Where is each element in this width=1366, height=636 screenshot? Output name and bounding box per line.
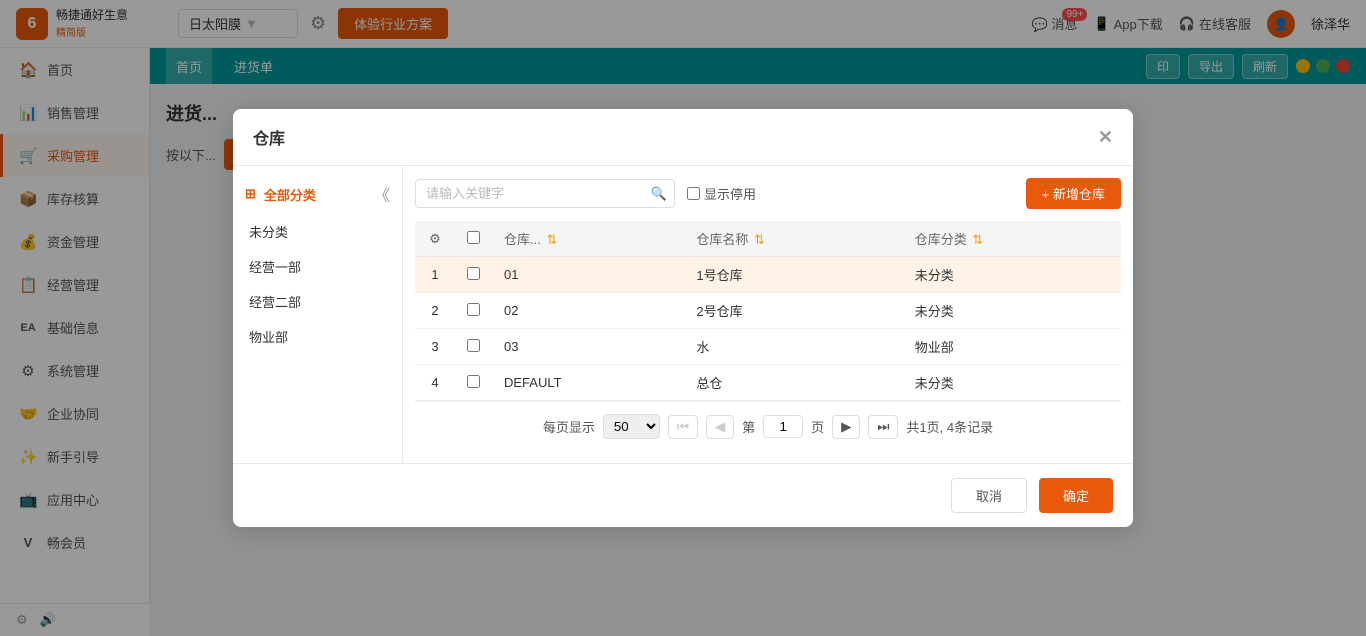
category-header: ⊞ 全部分类 《 (233, 174, 402, 214)
dialog-close-button[interactable]: ✕ (1098, 127, 1113, 148)
select-all-checkbox[interactable] (467, 231, 480, 244)
pagination: 每页显示 50 100 ⏮ ◀ 第 页 ▶ ⏭ 共1页, 4条记录 (415, 401, 1121, 451)
confirm-button[interactable]: 确定 (1039, 478, 1113, 513)
row-checkbox[interactable] (455, 257, 492, 293)
show-disabled-checkbox[interactable] (687, 187, 700, 200)
table-scroll-area: ⚙ 仓库... ⇅ 仓库名称 ⇅ (415, 221, 1121, 401)
grid-icon: ⊞ (245, 186, 256, 202)
first-page-button[interactable]: ⏮ (668, 415, 698, 439)
search-bar: 🔍 显示停用 + 新增仓库 (415, 178, 1121, 209)
sort-icon-category: ⇅ (972, 232, 983, 247)
category-item-property[interactable]: 物业部 (233, 319, 402, 354)
table-panel: 🔍 显示停用 + 新增仓库 ⚙ (403, 166, 1133, 463)
search-input-wrap: 🔍 (415, 179, 675, 208)
row-num: 3 (415, 329, 455, 365)
row-select-checkbox[interactable] (467, 375, 480, 388)
search-icon: 🔍 (651, 186, 667, 202)
show-disabled-label[interactable]: 显示停用 (687, 184, 756, 203)
table-row[interactable]: 1 01 1号仓库 未分类 (415, 257, 1121, 293)
row-category: 未分类 (903, 293, 1121, 329)
col-name[interactable]: 仓库名称 ⇅ (684, 221, 902, 257)
row-name: 1号仓库 (684, 257, 902, 293)
col-checkbox (455, 221, 492, 257)
row-code: DEFAULT (492, 365, 684, 401)
last-page-button[interactable]: ⏭ (868, 415, 898, 439)
warehouse-dialog: 仓库 ✕ ⊞ 全部分类 《 未分类 经营一部 经营二部 物业部 (233, 109, 1133, 527)
row-category: 未分类 (903, 257, 1121, 293)
row-select-checkbox[interactable] (467, 339, 480, 352)
table-row[interactable]: 4 DEFAULT 总仓 未分类 (415, 365, 1121, 401)
row-code: 01 (492, 257, 684, 293)
table-body: 1 01 1号仓库 未分类 2 02 2号仓库 (415, 257, 1121, 401)
table-row[interactable]: 3 03 水 物业部 (415, 329, 1121, 365)
row-name: 总仓 (684, 365, 902, 401)
row-category: 物业部 (903, 329, 1121, 365)
table-header: ⚙ 仓库... ⇅ 仓库名称 ⇅ (415, 221, 1121, 257)
row-select-checkbox[interactable] (467, 303, 480, 316)
modal-overlay: 仓库 ✕ ⊞ 全部分类 《 未分类 经营一部 经营二部 物业部 (0, 0, 1366, 636)
dialog-footer: 取消 确定 (233, 463, 1133, 527)
row-code: 03 (492, 329, 684, 365)
row-name: 2号仓库 (684, 293, 902, 329)
new-warehouse-button[interactable]: + 新增仓库 (1026, 178, 1121, 209)
collapse-button[interactable]: 《 (374, 182, 390, 206)
row-select-checkbox[interactable] (467, 267, 480, 280)
category-item-unclassified[interactable]: 未分类 (233, 214, 402, 249)
total-records: 共1页, 4条记录 (906, 417, 993, 436)
dialog-body: ⊞ 全部分类 《 未分类 经营一部 经营二部 物业部 🔍 (233, 166, 1133, 463)
category-panel: ⊞ 全部分类 《 未分类 经营一部 经营二部 物业部 (233, 166, 403, 463)
next-page-button[interactable]: ▶ (832, 415, 860, 439)
row-name: 水 (684, 329, 902, 365)
per-page-select[interactable]: 50 100 (603, 414, 660, 439)
dialog-title: 仓库 (253, 125, 285, 149)
col-code[interactable]: 仓库... ⇅ (492, 221, 684, 257)
row-num: 4 (415, 365, 455, 401)
warehouse-table: ⚙ 仓库... ⇅ 仓库名称 ⇅ (415, 221, 1121, 401)
row-checkbox[interactable] (455, 329, 492, 365)
search-input[interactable] (415, 179, 675, 208)
sort-icon-code: ⇅ (546, 232, 557, 247)
cancel-button[interactable]: 取消 (951, 478, 1027, 513)
row-code: 02 (492, 293, 684, 329)
row-checkbox[interactable] (455, 365, 492, 401)
row-num: 1 (415, 257, 455, 293)
page-label: 第 (742, 417, 755, 436)
row-checkbox[interactable] (455, 293, 492, 329)
page-unit: 页 (811, 417, 824, 436)
row-num: 2 (415, 293, 455, 329)
row-category: 未分类 (903, 365, 1121, 401)
col-settings: ⚙ (415, 221, 455, 257)
page-number-input[interactable] (763, 415, 803, 438)
sort-icon-name: ⇅ (754, 232, 765, 247)
col-category[interactable]: 仓库分类 ⇅ (903, 221, 1121, 257)
category-item-dept2[interactable]: 经营二部 (233, 284, 402, 319)
table-row[interactable]: 2 02 2号仓库 未分类 (415, 293, 1121, 329)
prev-page-button[interactable]: ◀ (706, 415, 734, 439)
dialog-header: 仓库 ✕ (233, 109, 1133, 166)
category-item-dept1[interactable]: 经营一部 (233, 249, 402, 284)
all-category-label[interactable]: 全部分类 (264, 185, 316, 204)
per-page-label: 每页显示 (543, 417, 595, 436)
